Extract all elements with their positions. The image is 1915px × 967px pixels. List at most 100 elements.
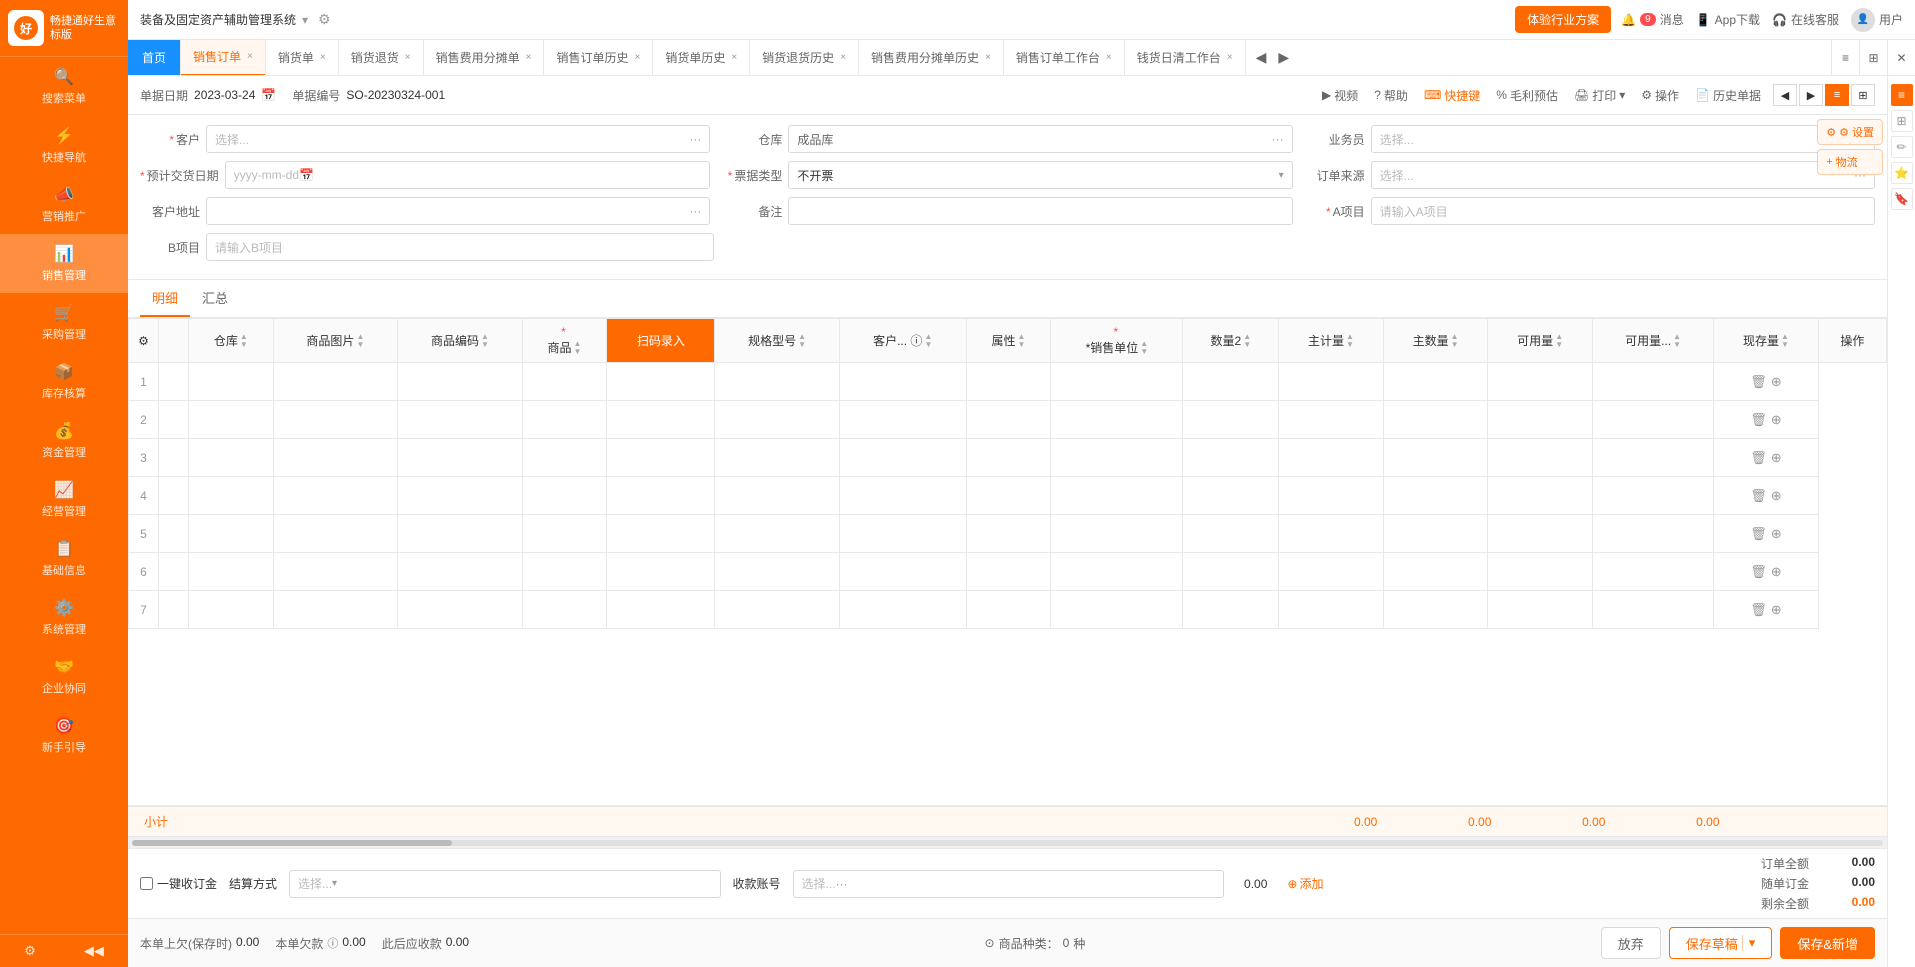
row-available2[interactable] (1488, 477, 1593, 515)
sidebar-settings-icon[interactable]: ⚙ (24, 943, 36, 959)
row-image[interactable] (189, 401, 274, 439)
row-main-qty[interactable] (1279, 401, 1384, 439)
row-main-qty[interactable] (1279, 363, 1384, 401)
row-scan[interactable] (522, 439, 607, 477)
warehouse-more-icon[interactable]: ··· (1272, 132, 1284, 146)
th-warehouse[interactable]: 仓库▲▼ (189, 319, 274, 363)
delete-row-icon[interactable]: 🗑 (1750, 488, 1767, 504)
row-spec[interactable] (607, 439, 715, 477)
row-customer-code[interactable] (715, 439, 840, 477)
row-warehouse[interactable] (159, 439, 189, 477)
solution-button[interactable]: 体验行业方案 (1515, 6, 1611, 33)
row-available2[interactable] (1488, 401, 1593, 439)
row-scan[interactable] (522, 515, 607, 553)
row-code[interactable] (273, 439, 398, 477)
scrollbar-thumb[interactable] (132, 840, 452, 846)
row-available[interactable] (1383, 363, 1488, 401)
row-product[interactable] (398, 553, 523, 591)
row-scan[interactable] (522, 401, 607, 439)
right-panel-btn-1[interactable]: ≡ (1891, 84, 1913, 106)
tab-close-icon[interactable]: × (840, 52, 846, 63)
row-product[interactable] (398, 591, 523, 629)
row-stock[interactable] (1592, 401, 1713, 439)
copy-row-icon[interactable]: ⊕ (1771, 450, 1782, 466)
right-panel-btn-3[interactable]: ✏ (1891, 136, 1913, 158)
th-main-qty[interactable]: 主数量▲▼ (1383, 319, 1488, 363)
row-stock[interactable] (1592, 477, 1713, 515)
row-sales-unit[interactable] (966, 363, 1051, 401)
copy-row-icon[interactable]: ⊕ (1771, 602, 1782, 618)
tab-close-icon[interactable]: × (405, 52, 411, 63)
copy-row-icon[interactable]: ⊕ (1771, 488, 1782, 504)
row-attributes[interactable] (839, 553, 966, 591)
row-available2[interactable] (1488, 515, 1593, 553)
save-draft-chevron-icon[interactable]: ▾ (1742, 935, 1756, 951)
tab-close-icon[interactable]: × (634, 52, 640, 63)
delete-row-icon[interactable]: 🗑 (1750, 450, 1767, 466)
row-stock[interactable] (1592, 439, 1713, 477)
row-code[interactable] (273, 553, 398, 591)
sidebar-item-inventory[interactable]: 📦 库存核算 (0, 352, 128, 411)
tab-close-icon[interactable]: × (1106, 52, 1112, 63)
delivery-calendar-icon[interactable]: 📅 (299, 168, 314, 182)
row-qty2[interactable] (1051, 401, 1183, 439)
copy-row-icon[interactable]: ⊕ (1771, 526, 1782, 542)
video-action[interactable]: ▶ 视频 (1318, 85, 1362, 106)
th-sales-unit[interactable]: *销售单位▲▼ (1051, 319, 1183, 363)
th-available2[interactable]: 可用量...▲▼ (1592, 319, 1713, 363)
delete-row-icon[interactable]: 🗑 (1750, 526, 1767, 542)
sidebar-item-basic[interactable]: 📋 基础信息 (0, 529, 128, 588)
table-view-btn[interactable]: ≡ (1825, 84, 1849, 106)
remark-input[interactable] (788, 197, 1292, 225)
topbar-gear-icon[interactable]: ⚙ (318, 11, 331, 28)
row-warehouse[interactable] (159, 553, 189, 591)
tab-sales-workbench[interactable]: 销售订单工作台 × (1004, 40, 1125, 76)
row-available[interactable] (1383, 401, 1488, 439)
tab-cash-daily[interactable]: 钱货日清工作台 × (1125, 40, 1246, 76)
row-attributes[interactable] (839, 515, 966, 553)
app-download-item[interactable]: 📱 App下载 (1696, 11, 1760, 28)
row-available2[interactable] (1488, 553, 1593, 591)
row-customer-code[interactable] (715, 363, 840, 401)
tab-sales-return-history[interactable]: 销货单历史 × (653, 40, 750, 76)
row-product[interactable] (398, 439, 523, 477)
row-available[interactable] (1383, 591, 1488, 629)
b-project-input[interactable]: 请输入B项目 (206, 233, 714, 261)
row-code[interactable] (273, 515, 398, 553)
tab-close-icon[interactable]: × (1227, 52, 1233, 63)
salesperson-input[interactable]: 选择... ··· (1371, 125, 1875, 153)
shortcut-action[interactable]: ⌨ 快捷键 (1420, 85, 1484, 106)
tab-close-icon[interactable]: × (731, 52, 737, 63)
sidebar-collapse-icon[interactable]: ◀◀ (84, 943, 104, 959)
row-available[interactable] (1383, 515, 1488, 553)
th-image[interactable]: 商品图片▲▼ (273, 319, 398, 363)
row-main-qty[interactable] (1279, 553, 1384, 591)
row-stock[interactable] (1592, 515, 1713, 553)
tab-sales-order[interactable]: 销售订单 × (181, 40, 266, 76)
help-action[interactable]: ? 帮助 (1370, 85, 1412, 106)
row-available[interactable] (1383, 477, 1488, 515)
save-draft-button[interactable]: 保存草稿 ▾ (1669, 927, 1773, 959)
sidebar-item-marketing[interactable]: 📣 营销推广 (0, 175, 128, 234)
delete-row-icon[interactable]: 🗑 (1750, 602, 1767, 618)
row-customer-code[interactable] (715, 591, 840, 629)
row-product[interactable] (398, 477, 523, 515)
copy-row-icon[interactable]: ⊕ (1771, 374, 1782, 390)
row-qty2[interactable] (1051, 553, 1183, 591)
a-project-input[interactable]: 请输入A项目 (1371, 197, 1875, 225)
delivery-date-input[interactable]: yyyy-mm-dd 📅 (225, 161, 711, 189)
row-scan[interactable] (522, 553, 607, 591)
horizontal-scrollbar[interactable] (128, 836, 1887, 848)
right-panel-btn-5[interactable]: 🔖 (1891, 188, 1913, 210)
row-product[interactable] (398, 515, 523, 553)
save-new-button[interactable]: 保存&新增 (1780, 927, 1875, 959)
account-more-icon[interactable]: ··· (836, 877, 848, 891)
customer-address-input[interactable]: ··· (206, 197, 710, 225)
app-dropdown-icon[interactable]: ▾ (302, 13, 308, 27)
row-spec[interactable] (607, 515, 715, 553)
row-code[interactable] (273, 477, 398, 515)
th-customer-code[interactable]: 客户... ⓘ▲▼ (839, 319, 966, 363)
address-more-icon[interactable]: ··· (689, 204, 701, 218)
tab-close-icon[interactable]: × (320, 52, 326, 63)
goods-search-icon[interactable]: ⊙ (985, 936, 995, 950)
